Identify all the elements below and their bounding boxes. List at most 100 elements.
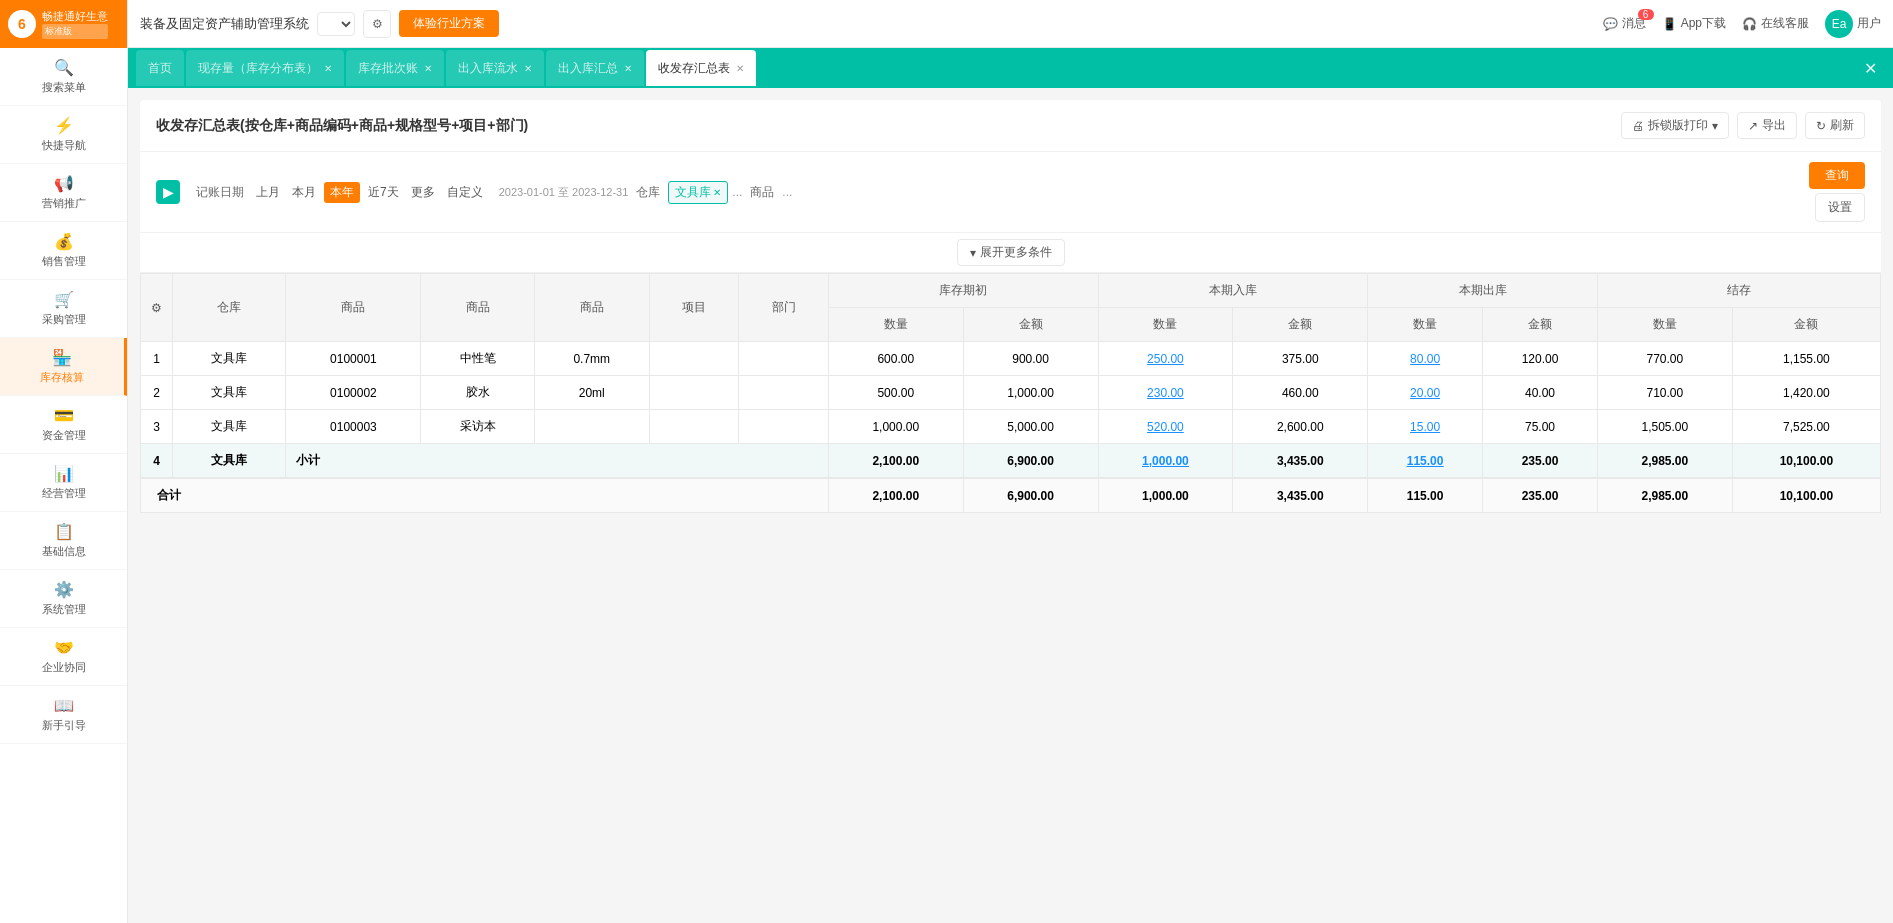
nav-label-purchase: 采购管理	[42, 312, 86, 327]
sidebar-tag: 标准版	[42, 24, 108, 39]
print-label: 拆锁版打印	[1648, 117, 1708, 134]
sidebar-item-inventory[interactable]: 🏪 库存核算	[0, 338, 127, 396]
tab-close-batch[interactable]: ✕	[424, 63, 432, 74]
nav-icon-guide: 📖	[54, 696, 74, 715]
sidebar-item-operations[interactable]: 📊 经营管理	[0, 454, 127, 512]
tab-close-flow[interactable]: ✕	[524, 63, 532, 74]
message-button[interactable]: 💬 消息 6	[1603, 15, 1646, 32]
row-warehouse: 文具库	[173, 342, 286, 376]
row-out-qty[interactable]: 80.00	[1368, 342, 1483, 376]
filter-setting-button[interactable]: 设置	[1815, 193, 1865, 222]
date-btn-近7天[interactable]: 近7天	[364, 182, 403, 203]
filter-toggle-button[interactable]: ▶	[156, 180, 180, 204]
nav-label-quick: 快捷导航	[42, 138, 86, 153]
refresh-label: 刷新	[1830, 117, 1854, 134]
row-out-qty[interactable]: 20.00	[1368, 376, 1483, 410]
subtotal-seq: 4	[141, 444, 173, 479]
warehouse-tag-text: 文具库	[675, 184, 711, 201]
product-more[interactable]: ...	[782, 185, 792, 199]
query-button[interactable]: 查询	[1809, 162, 1865, 189]
tab-label-stock_dist: 现存量（库存分布表）	[198, 60, 318, 77]
nav-icon-marketing: 📢	[54, 174, 74, 193]
sidebar-item-marketing[interactable]: 📢 营销推广	[0, 164, 127, 222]
app-icon: 📱	[1662, 17, 1677, 31]
tab-recv_summary[interactable]: 收发存汇总表✕	[646, 50, 756, 86]
row-in-qty[interactable]: 520.00	[1098, 410, 1233, 444]
date-btn-上月[interactable]: 上月	[252, 182, 284, 203]
tab-batch[interactable]: 库存批次账✕	[346, 50, 444, 86]
subtotal-init-amt: 6,900.00	[963, 444, 1098, 479]
tab-summary[interactable]: 出入库汇总✕	[546, 50, 644, 86]
export-icon: ↗	[1748, 119, 1758, 133]
sidebar-item-purchase[interactable]: 🛒 采购管理	[0, 280, 127, 338]
nav-icon-finance: 💳	[54, 406, 74, 425]
sidebar: 6 畅捷通好生意 标准版 🔍 搜索菜单⚡ 快捷导航📢 营销推广💰 销售管理🛒 采…	[0, 0, 128, 923]
row-seq: 1	[141, 342, 173, 376]
row-code: 0100002	[286, 376, 421, 410]
row-seq: 3	[141, 410, 173, 444]
dept-col-header: 部门	[739, 274, 829, 342]
total-bal-qty: 2,985.00	[1597, 478, 1732, 513]
row-project	[649, 342, 739, 376]
sidebar-item-guide[interactable]: 📖 新手引导	[0, 686, 127, 744]
out-qty-header: 数量	[1368, 308, 1483, 342]
close-all-tabs-button[interactable]: ✕	[1856, 59, 1885, 78]
sidebar-item-sales[interactable]: 💰 销售管理	[0, 222, 127, 280]
row-in-qty[interactable]: 250.00	[1098, 342, 1233, 376]
settings-icon[interactable]: ⚙	[363, 10, 391, 38]
warehouse-tag-remove[interactable]: ✕	[713, 187, 721, 198]
tab-close-recv_summary[interactable]: ✕	[736, 63, 744, 74]
tab-flow[interactable]: 出入库流水 ✕	[446, 50, 544, 86]
tab-close-stock_dist[interactable]: ✕	[324, 63, 332, 74]
date-filter-label: 记账日期	[196, 184, 244, 201]
row-code: 0100003	[286, 410, 421, 444]
trial-button[interactable]: 体验行业方案	[399, 10, 499, 37]
system-select[interactable]	[317, 12, 355, 36]
export-button[interactable]: ↗ 导出	[1737, 112, 1797, 139]
tab-home[interactable]: 首页	[136, 50, 184, 86]
nav-icon-purchase: 🛒	[54, 290, 74, 309]
row-out-amt: 120.00	[1483, 342, 1598, 376]
nav-icon-search: 🔍	[54, 58, 74, 77]
sidebar-item-system[interactable]: ⚙️ 系统管理	[0, 570, 127, 628]
date-btn-本月[interactable]: 本月	[288, 182, 320, 203]
warehouse-tag[interactable]: 文具库 ✕	[668, 181, 728, 204]
sidebar-item-finance[interactable]: 💳 资金管理	[0, 396, 127, 454]
row-out-qty[interactable]: 15.00	[1368, 410, 1483, 444]
data-table-wrapper: ⚙ 仓库 商品 商品 商品 项目 部门 库存期初 本期入库 本期出库 结存	[140, 273, 1881, 513]
out-period-header: 本期出库	[1368, 274, 1598, 308]
expand-conditions-button[interactable]: ▾ 展开更多条件	[957, 239, 1065, 266]
tab-label-home: 首页	[148, 60, 172, 77]
filter-bar: ▶ 记账日期 上月本月本年近7天更多自定义 2023-01-01 至 2023-…	[140, 152, 1881, 233]
sidebar-item-basic[interactable]: 📋 基础信息	[0, 512, 127, 570]
page-header: 收发存汇总表(按仓库+商品编码+商品+规格型号+项目+部门) 🖨 拆锁版打印 ▾…	[140, 100, 1881, 152]
refresh-button[interactable]: ↻ 刷新	[1805, 112, 1865, 139]
tab-close-summary[interactable]: ✕	[624, 63, 632, 74]
user-menu[interactable]: Ea 用户	[1825, 10, 1881, 38]
date-btn-更多[interactable]: 更多	[407, 182, 439, 203]
nav-icon-inventory: 🏪	[52, 348, 72, 367]
tab-stock_dist[interactable]: 现存量（库存分布表） ✕	[186, 50, 344, 86]
product-filter-label: 商品	[750, 184, 774, 201]
row-in-qty[interactable]: 230.00	[1098, 376, 1233, 410]
row-spec	[534, 410, 649, 444]
sidebar-item-quick[interactable]: ⚡ 快捷导航	[0, 106, 127, 164]
tab-label-flow: 出入库流水	[458, 60, 518, 77]
nav-icon-system: ⚙️	[54, 580, 74, 599]
service-button[interactable]: 🎧 在线客服	[1742, 15, 1809, 32]
app-download-button[interactable]: 📱 App下载	[1662, 15, 1726, 32]
date-btn-自定义[interactable]: 自定义	[443, 182, 487, 203]
print-button[interactable]: 🖨 拆锁版打印 ▾	[1621, 112, 1729, 139]
sidebar-item-enterprise[interactable]: 🤝 企业协同	[0, 628, 127, 686]
row-dept	[739, 376, 829, 410]
warehouse-more[interactable]: ...	[732, 185, 742, 199]
subtotal-in-qty[interactable]: 1,000.00	[1098, 444, 1233, 479]
date-btn-本年[interactable]: 本年	[324, 182, 360, 203]
subtotal-out-qty[interactable]: 115.00	[1368, 444, 1483, 479]
subtotal-warehouse: 文具库	[173, 444, 286, 479]
sidebar-item-search[interactable]: 🔍 搜索菜单	[0, 48, 127, 106]
message-icon: 💬	[1603, 17, 1618, 31]
sidebar-nav: 🔍 搜索菜单⚡ 快捷导航📢 营销推广💰 销售管理🛒 采购管理🏪 库存核算💳 资金…	[0, 48, 127, 923]
row-bal-amt: 1,155.00	[1732, 342, 1880, 376]
in-qty-header: 数量	[1098, 308, 1233, 342]
